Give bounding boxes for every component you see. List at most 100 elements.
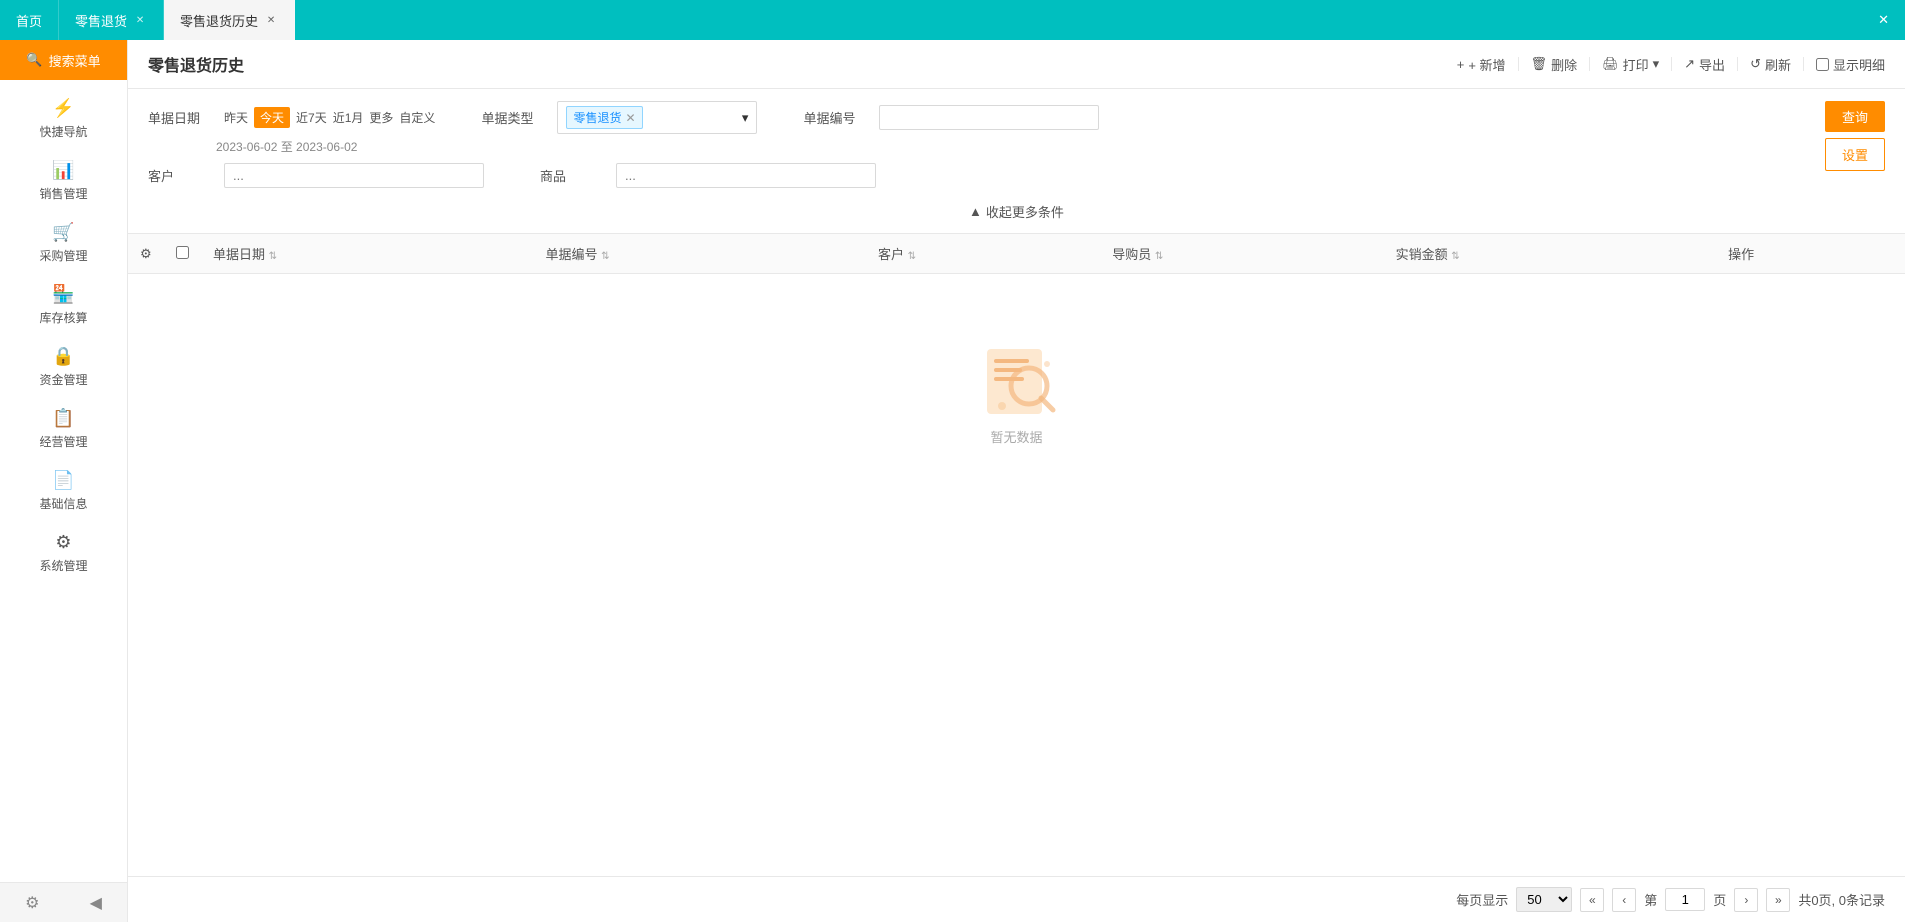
date-option-近7天[interactable]: 近7天	[296, 109, 327, 126]
sidebar-bottom: ⚙ ◀	[0, 882, 127, 922]
select-all-checkbox[interactable]	[176, 246, 189, 259]
query-button[interactable]: 查询	[1825, 101, 1885, 132]
col-label-customer: 客户	[878, 247, 904, 262]
next-page-button[interactable]: ›	[1734, 888, 1758, 912]
col-customer[interactable]: 客户 ⇅	[866, 234, 1100, 274]
tabs-container: 首页零售退货 ✕ 零售退货历史 ✕	[0, 0, 295, 40]
per-page-select[interactable]: 50100200	[1516, 887, 1572, 912]
col-label-guide: 导购员	[1112, 247, 1151, 262]
divider4	[1737, 57, 1738, 71]
date-filter-label: 单据日期	[148, 108, 208, 127]
type-tag: 零售退货 ✕	[566, 106, 642, 129]
last-page-button[interactable]: »	[1766, 888, 1790, 912]
print-arrow-icon: ▾	[1653, 56, 1660, 72]
print-button[interactable]: 🖨 打印 ▾	[1602, 55, 1659, 74]
inventory-icon: 🏪	[52, 284, 74, 305]
type-select-arrow: ▾	[742, 110, 749, 126]
tab-label: 零售退货历史	[180, 11, 258, 30]
export-label: 导出	[1699, 55, 1725, 74]
col-date[interactable]: 单据日期 ⇅	[201, 234, 533, 274]
col-amount[interactable]: 实销金额 ⇅	[1384, 234, 1716, 274]
goods-filter-input[interactable]	[616, 163, 876, 188]
first-page-button[interactable]: «	[1580, 888, 1604, 912]
tab-retail-return[interactable]: 零售退货 ✕	[59, 0, 164, 40]
refresh-button[interactable]: ↺ 刷新	[1750, 55, 1791, 74]
date-option-近1月[interactable]: 近1月	[333, 109, 364, 126]
delete-button[interactable]: 🗑 删除	[1531, 55, 1578, 74]
show-detail-input[interactable]	[1816, 58, 1829, 71]
type-tag-text: 零售退货	[573, 109, 621, 126]
sort-icon-amount: ⇅	[1451, 251, 1459, 262]
date-option-更多[interactable]: 更多	[369, 109, 393, 126]
sidebar-item-inventory[interactable]: 🏪 库存核算	[0, 274, 127, 336]
sidebar-item-system-mgmt[interactable]: ⚙ 系统管理	[0, 522, 127, 584]
sidebar-label-system-mgmt: 系统管理	[39, 557, 87, 574]
tab-label: 零售退货	[75, 11, 127, 30]
sidebar-item-quick-nav[interactable]: ⚡ 快捷导航	[0, 88, 127, 150]
settings-icon[interactable]: ⚙	[25, 893, 39, 913]
sales-mgmt-icon: 📊	[52, 160, 74, 181]
collapse-label: 收起更多条件	[986, 202, 1064, 221]
sort-icon-number: ⇅	[601, 251, 609, 262]
type-filter-label: 单据类型	[481, 108, 541, 127]
type-tag-close[interactable]: ✕	[625, 111, 635, 125]
total-info: 共0页, 0条记录	[1798, 890, 1885, 909]
divider5	[1803, 57, 1804, 71]
page-header: 零售退货历史 + + 新增 🗑 删除 🖨 打印 ▾	[128, 40, 1905, 89]
col-label-number: 单据编号	[545, 247, 597, 262]
page-input[interactable]	[1665, 888, 1705, 911]
customer-filter-input[interactable]	[224, 163, 484, 188]
close-window-button[interactable]: ✕	[1878, 12, 1905, 28]
finance-mgmt-icon: 🔒	[52, 346, 74, 367]
toolbar: + + 新增 🗑 删除 🖨 打印 ▾	[1457, 55, 1885, 74]
tab-home[interactable]: 首页	[0, 0, 59, 40]
table-container: ⚙单据日期 ⇅单据编号 ⇅客户 ⇅导购员 ⇅实销金额 ⇅操作	[128, 234, 1905, 876]
date-option-今天[interactable]: 今天	[254, 107, 290, 128]
pagination-bar: 每页显示 50100200 « ‹ 第 页 › » 共0页, 0条记录	[128, 876, 1905, 922]
tab-close-retail-return-history[interactable]: ✕	[264, 13, 278, 27]
sidebar-item-purchase-mgmt[interactable]: 🛒 采购管理	[0, 212, 127, 274]
tab-retail-return-history[interactable]: 零售退货历史 ✕	[164, 0, 295, 40]
col-label-action: 操作	[1728, 247, 1754, 262]
quick-nav-icon: ⚡	[52, 98, 74, 119]
show-detail-label: 显示明细	[1833, 55, 1885, 74]
customer-filter-label: 客户	[148, 166, 208, 185]
add-button[interactable]: + + 新增	[1457, 55, 1506, 74]
col-settings: ⚙	[128, 234, 164, 274]
add-label: + 新增	[1468, 55, 1505, 74]
add-icon: +	[1457, 57, 1465, 72]
tab-close-retail-return[interactable]: ✕	[133, 13, 147, 27]
collapse-button[interactable]: ▲ 收起更多条件	[969, 202, 1064, 221]
number-filter-label: 单据编号	[803, 108, 863, 127]
export-button[interactable]: ↗ 导出	[1684, 55, 1725, 74]
set-button[interactable]: 设置	[1825, 138, 1885, 171]
date-option-昨天[interactable]: 昨天	[224, 109, 248, 126]
sidebar-label-quick-nav: 快捷导航	[39, 123, 87, 140]
col-action: 操作	[1716, 234, 1905, 274]
filter-row-2: 客户 商品	[148, 163, 1805, 188]
sidebar-label-basic-info: 基础信息	[39, 495, 87, 512]
sidebar-search-button[interactable]: 🔍 搜索菜单	[0, 40, 127, 80]
sidebar-item-operations-mgmt[interactable]: 📋 经营管理	[0, 398, 127, 460]
collapse-icon[interactable]: ◀	[90, 893, 102, 913]
sort-icon-guide: ⇅	[1155, 251, 1163, 262]
col-guide[interactable]: 导购员 ⇅	[1100, 234, 1383, 274]
date-option-自定义[interactable]: 自定义	[399, 109, 435, 126]
settings-col-icon[interactable]: ⚙	[140, 246, 152, 261]
sidebar-item-sales-mgmt[interactable]: 📊 销售管理	[0, 150, 127, 212]
number-filter-input[interactable]	[879, 105, 1099, 130]
sidebar-item-basic-info[interactable]: 📄 基础信息	[0, 460, 127, 522]
sort-icon-customer: ⇅	[908, 251, 916, 262]
filter-row-1: 单据日期 昨天今天近7天近1月更多自定义 单据类型 零售退货 ✕	[148, 101, 1805, 134]
col-number[interactable]: 单据编号 ⇅	[533, 234, 865, 274]
sidebar-nav: ⚡ 快捷导航 📊 销售管理 🛒 采购管理 🏪 库存核算 🔒 资金管理 📋 经营管…	[0, 80, 127, 882]
prev-page-button[interactable]: ‹	[1612, 888, 1636, 912]
col-label-date: 单据日期	[213, 247, 265, 262]
col-label-amount: 实销金额	[1396, 247, 1448, 262]
sidebar-item-finance-mgmt[interactable]: 🔒 资金管理	[0, 336, 127, 398]
show-detail-checkbox[interactable]: 显示明细	[1816, 55, 1885, 74]
table-header-row: ⚙单据日期 ⇅单据编号 ⇅客户 ⇅导购员 ⇅实销金额 ⇅操作	[128, 234, 1905, 274]
delete-icon: 🗑	[1531, 56, 1548, 72]
refresh-icon: ↺	[1750, 56, 1761, 72]
type-select[interactable]: 零售退货 ✕ ▾	[557, 101, 757, 134]
